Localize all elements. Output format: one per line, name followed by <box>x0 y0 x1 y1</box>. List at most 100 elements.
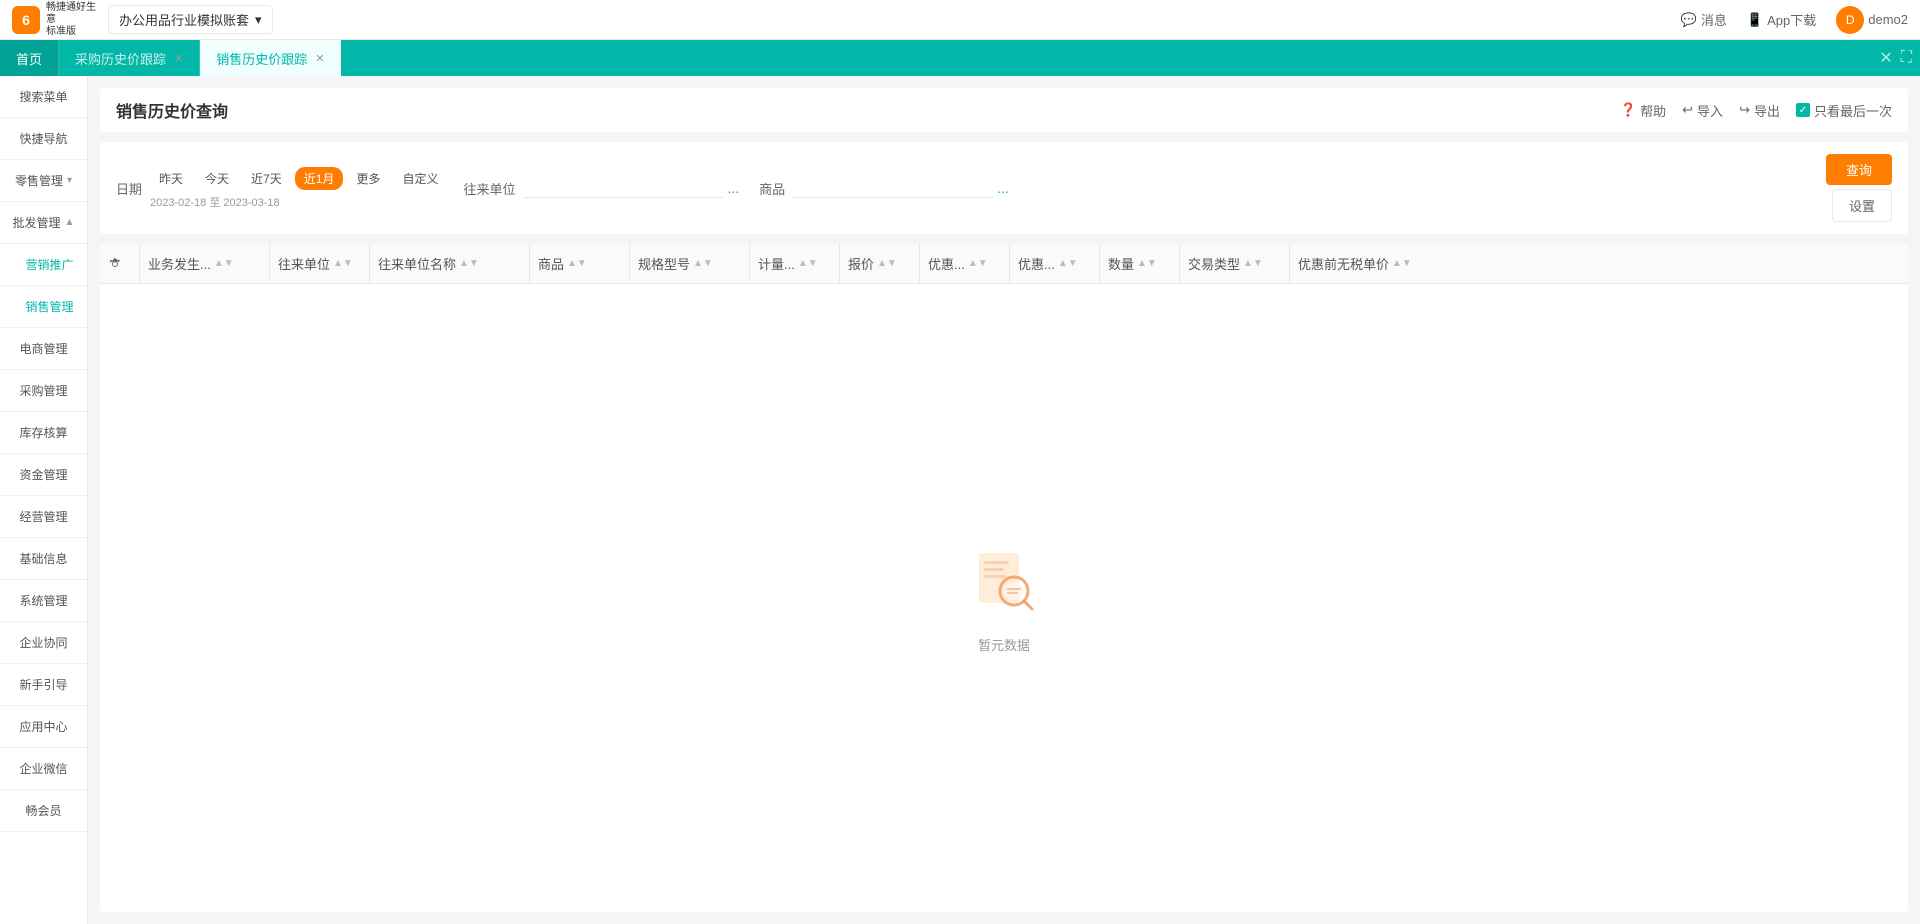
user-area[interactable]: D demo2 <box>1836 6 1908 34</box>
import-button[interactable]: ↩ 导入 <box>1682 101 1723 120</box>
help-button[interactable]: ❓ 帮助 <box>1620 101 1666 120</box>
sidebar-item-salesmanage[interactable]: 销售管理 <box>0 286 87 328</box>
partner-label: 往来单位 <box>463 179 515 198</box>
download-icon: 📱 <box>1747 12 1763 28</box>
tab-sales-close[interactable]: ✕ <box>315 52 324 65</box>
sort-icon[interactable]: ▲▼ <box>333 259 353 269</box>
date-btn-custom[interactable]: 自定义 <box>393 167 447 190</box>
chevron-down-icon: ▾ <box>67 175 72 186</box>
sidebar-item-basicinfo[interactable]: 基础信息 <box>0 538 87 580</box>
tab-purchase-close[interactable]: ✕ <box>174 52 183 65</box>
chevron-down-icon: ▾ <box>255 12 262 28</box>
page: 销售历史价查询 ❓ 帮助 ↩ 导入 ↪ 导出 ✓ <box>88 76 1920 924</box>
sidebar-item-wholesale[interactable]: 批发管理 ▲ <box>0 202 87 244</box>
sort-icon[interactable]: ▲▼ <box>798 259 818 269</box>
app-selector[interactable]: 办公用品行业模拟账套 ▾ <box>108 5 273 34</box>
th-partner: 往来单位 ▲▼ <box>270 244 370 283</box>
tab-home-label: 首页 <box>16 49 42 68</box>
th-date: 业务发生... ▲▼ <box>140 244 270 283</box>
gear-icon <box>108 257 122 271</box>
sidebar-item-purchase[interactable]: 采购管理 <box>0 370 87 412</box>
sort-icon[interactable]: ▲▼ <box>214 259 234 269</box>
logo-text: 畅捷通好生意 标准版 <box>46 2 100 38</box>
th-discount1: 优惠... ▲▼ <box>920 244 1010 283</box>
sidebar-item-wechat[interactable]: 企业微信 <box>0 748 87 790</box>
export-button[interactable]: ↪ 导出 <box>1739 101 1780 120</box>
tab-purchase-label: 采购历史价跟踪 <box>75 49 166 68</box>
date-btn-yesterday[interactable]: 昨天 <box>150 167 192 190</box>
th-unit: 计量... ▲▼ <box>750 244 840 283</box>
product-input-area: ... <box>793 178 1013 198</box>
empty-icon <box>964 543 1044 623</box>
date-btn-1month[interactable]: 近1月 <box>295 167 344 190</box>
date-btn-today[interactable]: 今天 <box>196 167 238 190</box>
table-container: 业务发生... ▲▼ 往来单位 ▲▼ 往来单位名称 ▲▼ 商品 ▲▼ <box>100 244 1908 912</box>
empty-state: 暂元数据 <box>100 284 1908 912</box>
sidebar-item-system[interactable]: 系统管理 <box>0 580 87 622</box>
date-btn-more[interactable]: 更多 <box>347 167 389 190</box>
tab-sales-price[interactable]: 销售历史价跟踪 ✕ <box>200 40 341 76</box>
tab-purchase-price[interactable]: 采购历史价跟踪 ✕ <box>59 40 200 76</box>
settings-button[interactable]: 设置 <box>1832 189 1892 222</box>
th-transaction-type: 交易类型 ▲▼ <box>1180 244 1290 283</box>
filter-bar: 日期 昨天 今天 近7天 近1月 更多 自定义 2023-02-18 至 202… <box>100 142 1908 234</box>
sort-icon[interactable]: ▲▼ <box>877 259 897 269</box>
sidebar-item-operations[interactable]: 经营管理 <box>0 496 87 538</box>
tab-sales-label: 销售历史价跟踪 <box>216 49 307 68</box>
th-price: 报价 ▲▼ <box>840 244 920 283</box>
sidebar-item-ecommerce[interactable]: 电商管理 <box>0 328 87 370</box>
empty-text: 暂元数据 <box>978 635 1030 654</box>
partner-select-button[interactable]: ... <box>723 178 743 198</box>
product-select-button[interactable]: ... <box>993 178 1013 198</box>
main-layout: 搜索菜单 快捷导航 零售管理 ▾ 批发管理 ▲ 营销推广 销售管理 电商管理 采… <box>0 76 1920 924</box>
only-last-checkbox[interactable]: ✓ 只看最后一次 <box>1796 101 1892 120</box>
app-download-button[interactable]: 📱 App下载 <box>1747 10 1816 29</box>
sidebar-item-cooperation[interactable]: 企业协同 <box>0 622 87 664</box>
tab-bar: 首页 采购历史价跟踪 ✕ 销售历史价跟踪 ✕ ✕ ⛶ <box>0 40 1920 76</box>
sidebar-search-label: 搜索菜单 <box>19 88 67 105</box>
sort-icon[interactable]: ▲▼ <box>1058 259 1078 269</box>
sidebar-item-finance[interactable]: 资金管理 <box>0 454 87 496</box>
chevron-up-icon: ▲ <box>65 217 75 228</box>
page-title-bar: 销售历史价查询 ❓ 帮助 ↩ 导入 ↪ 导出 ✓ <box>100 88 1908 132</box>
sort-icon[interactable]: ▲▼ <box>1392 259 1412 269</box>
message-icon: 💬 <box>1681 12 1697 28</box>
logo-icon: 6 <box>12 6 40 34</box>
partner-filter-group: 往来单位 ... <box>463 178 743 198</box>
sidebar-item-appcenter[interactable]: 应用中心 <box>0 706 87 748</box>
th-pretax-price: 优惠前无税单价 ▲▼ <box>1290 244 1908 283</box>
sort-icon[interactable]: ▲▼ <box>459 259 479 269</box>
sort-icon[interactable]: ▲▼ <box>693 259 713 269</box>
sidebar-item-marketing[interactable]: 营销推广 <box>0 244 87 286</box>
avatar: D <box>1836 6 1864 34</box>
th-discount2: 优惠... ▲▼ <box>1010 244 1100 283</box>
th-settings[interactable] <box>100 244 140 283</box>
sidebar-item-quicknav[interactable]: 快捷导航 <box>0 118 87 160</box>
no-data-illustration <box>964 543 1044 623</box>
date-filter-group: 日期 昨天 今天 近7天 近1月 更多 自定义 2023-02-18 至 202… <box>116 167 447 210</box>
date-buttons: 昨天 今天 近7天 近1月 更多 自定义 <box>150 167 447 190</box>
product-input[interactable] <box>793 178 993 198</box>
sidebar-item-inventory[interactable]: 库存核算 <box>0 412 87 454</box>
partner-input[interactable] <box>523 178 723 198</box>
date-btn-7days[interactable]: 近7天 <box>242 167 291 190</box>
import-icon: ↩ <box>1682 102 1693 118</box>
logo-area: 6 畅捷通好生意 标准版 <box>12 2 100 38</box>
query-button[interactable]: 查询 <box>1826 154 1892 185</box>
date-label: 日期 <box>116 179 142 198</box>
sort-icon[interactable]: ▲▼ <box>1137 259 1157 269</box>
tab-home[interactable]: 首页 <box>0 40 59 76</box>
message-button[interactable]: 💬 消息 <box>1681 10 1727 29</box>
fullscreen-button[interactable]: ⛶ <box>1901 49 1912 67</box>
checkbox-icon: ✓ <box>1796 103 1810 117</box>
sidebar-item-guide[interactable]: 新手引导 <box>0 664 87 706</box>
sidebar-item-membership[interactable]: 畅会员 <box>0 790 87 832</box>
th-product: 商品 ▲▼ <box>530 244 630 283</box>
sort-icon[interactable]: ▲▼ <box>567 259 587 269</box>
sort-icon[interactable]: ▲▼ <box>968 259 988 269</box>
sidebar-item-search[interactable]: 搜索菜单 <box>0 76 87 118</box>
sort-icon[interactable]: ▲▼ <box>1243 259 1263 269</box>
page-title: 销售历史价查询 <box>116 98 228 122</box>
close-all-tabs-button[interactable]: ✕ <box>1879 48 1892 68</box>
sidebar-item-retail[interactable]: 零售管理 ▾ <box>0 160 87 202</box>
